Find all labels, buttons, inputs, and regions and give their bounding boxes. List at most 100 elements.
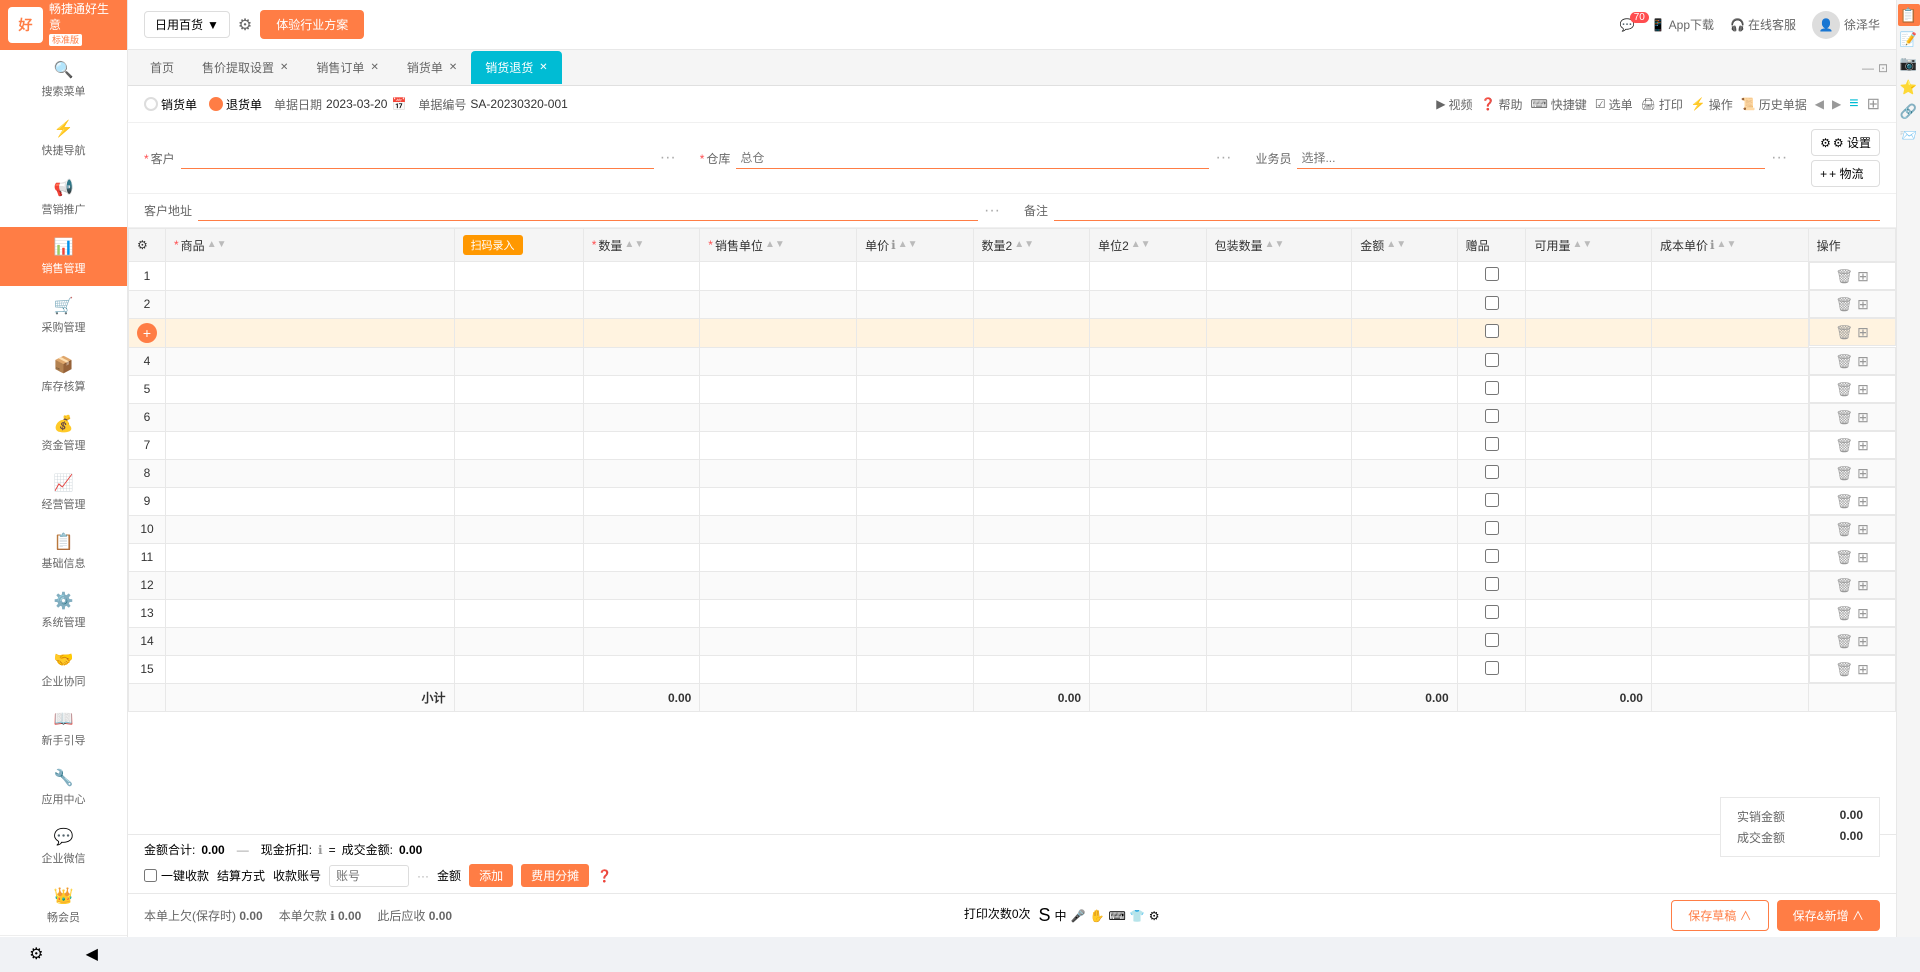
video-btn[interactable]: ▶ 视频 — [1436, 96, 1472, 113]
cp-10[interactable]: ⊞ — [1857, 520, 1869, 538]
right-panel-icon-2[interactable]: 📝 — [1898, 28, 1920, 50]
experience-btn[interactable]: 体验行业方案 — [260, 10, 364, 39]
add-row-btn[interactable]: + — [137, 323, 157, 343]
right-panel-icon-5[interactable]: 🔗 — [1898, 100, 1920, 122]
save-new-btn[interactable]: 保存&新增 ∧ — [1777, 900, 1880, 931]
cp-7[interactable]: ⊞ — [1857, 436, 1869, 454]
sidebar-item-inventory[interactable]: 📦 库存核算 — [0, 345, 127, 404]
cp-14[interactable]: ⊞ — [1857, 632, 1869, 650]
delete-row-1[interactable]: 🗑 — [1835, 267, 1853, 285]
product-cell-1[interactable] — [166, 262, 455, 291]
staff-select-btn[interactable]: ··· — [1771, 149, 1787, 167]
right-panel-icon-1[interactable]: 📋 — [1898, 4, 1920, 26]
app-download-wrap[interactable]: 📱 App下载 — [1651, 16, 1714, 33]
fee-split-btn[interactable]: 费用分摊 — [521, 864, 589, 887]
gift-cb-11[interactable] — [1485, 549, 1499, 563]
sidebar-item-wechat[interactable]: 💬 企业微信 — [0, 817, 127, 876]
industry-dropdown[interactable]: 日用百货 ▼ — [144, 11, 230, 38]
address-select-btn[interactable]: ··· — [984, 202, 1000, 220]
help-btn[interactable]: ❓ 帮助 — [1481, 96, 1523, 113]
customer-select-btn[interactable]: ··· — [660, 149, 676, 167]
warehouse-select-btn[interactable]: ··· — [1215, 149, 1231, 167]
gift-cb-7[interactable] — [1485, 437, 1499, 451]
cp-8[interactable]: ⊞ — [1857, 464, 1869, 482]
copy-row-2[interactable]: ⊞ — [1857, 295, 1869, 313]
radio-sale[interactable]: 销货单 — [144, 96, 197, 113]
radio-return[interactable]: 退货单 — [209, 96, 262, 113]
tab-sales-return[interactable]: 销货退货 ✕ — [471, 51, 561, 84]
select-btn[interactable]: ☑ 选单 — [1595, 96, 1633, 113]
add-row-cell[interactable]: + — [129, 318, 166, 347]
account-input[interactable] — [329, 865, 409, 887]
nav-next-icon[interactable]: ▶ — [1832, 97, 1841, 111]
settings-bottom-icon[interactable]: ⚙ — [29, 944, 43, 964]
del-14[interactable]: 🗑 — [1835, 632, 1853, 650]
del-11[interactable]: 🗑 — [1835, 548, 1853, 566]
message-wrap[interactable]: 💬 70 — [1620, 18, 1635, 32]
th-scan[interactable]: 扫码录入 — [454, 229, 583, 262]
cp-4[interactable]: ⊞ — [1857, 352, 1869, 370]
del-13[interactable]: 🗑 — [1835, 604, 1853, 622]
scan-btn[interactable]: 扫码录入 — [463, 235, 523, 255]
right-panel-icon-4[interactable]: ⭐ — [1898, 76, 1920, 98]
tab-close-order[interactable]: ✕ — [370, 62, 378, 73]
cp-15[interactable]: ⊞ — [1857, 660, 1869, 678]
del-8[interactable]: 🗑 — [1835, 464, 1853, 482]
gift-checkbox-1[interactable] — [1485, 267, 1499, 281]
cp-13[interactable]: ⊞ — [1857, 604, 1869, 622]
right-panel-icon-3[interactable]: 📷 — [1898, 52, 1920, 74]
sidebar-item-operations[interactable]: 📈 经营管理 — [0, 463, 127, 522]
cp-11[interactable]: ⊞ — [1857, 548, 1869, 566]
gift-checkbox-3[interactable] — [1485, 324, 1499, 338]
sidebar-item-sales[interactable]: 📊 销售管理 — [0, 227, 127, 286]
sidebar-item-basics[interactable]: 📋 基础信息 — [0, 522, 127, 581]
calendar-icon[interactable]: 📅 — [391, 97, 406, 111]
product-input-3[interactable] — [174, 326, 446, 340]
tab-price-settings[interactable]: 售价提取设置 ✕ — [188, 51, 302, 84]
logistics-side-btn[interactable]: + + 物流 — [1811, 160, 1880, 187]
shortcut-btn[interactable]: ⌨ 快捷键 — [1530, 96, 1586, 113]
sidebar-item-quicknav[interactable]: ⚡ 快捷导航 — [0, 109, 127, 168]
settings-side-btn[interactable]: ⚙ ⚙ 设置 — [1811, 129, 1880, 156]
account-select-btn[interactable]: ··· — [417, 869, 429, 883]
gift-cb-14[interactable] — [1485, 633, 1499, 647]
tab-expand-icon[interactable]: ⊡ — [1878, 61, 1888, 75]
gift-cb-6[interactable] — [1485, 409, 1499, 423]
remark-input[interactable] — [1054, 200, 1880, 221]
gift-cb-12[interactable] — [1485, 577, 1499, 591]
gift-cb-10[interactable] — [1485, 521, 1499, 535]
copy-row-1[interactable]: ⊞ — [1857, 267, 1869, 285]
gift-cb-5[interactable] — [1485, 381, 1499, 395]
sidebar-item-search[interactable]: 🔍 搜索菜单 — [0, 50, 127, 109]
sidebar-item-member[interactable]: 👑 畅会员 — [0, 876, 127, 935]
right-panel-icon-6[interactable]: 📨 — [1898, 124, 1920, 146]
delete-row-2[interactable]: 🗑 — [1835, 295, 1853, 313]
print-btn[interactable]: 🖨 打印 — [1641, 96, 1683, 113]
staff-input[interactable] — [1297, 148, 1765, 169]
gift-cb-4[interactable] — [1485, 353, 1499, 367]
tab-close-invoice[interactable]: ✕ — [449, 62, 457, 73]
sidebar-item-guide[interactable]: 📖 新手引导 — [0, 699, 127, 758]
save-draft-btn[interactable]: 保存草稿 ∧ — [1671, 900, 1768, 931]
tab-sales-invoice[interactable]: 销货单 ✕ — [393, 51, 471, 84]
sidebar-item-purchase[interactable]: 🛒 采购管理 — [0, 286, 127, 345]
user-menu[interactable]: 👤 徐泽华 — [1812, 11, 1880, 39]
view-list-icon[interactable]: ≡ — [1849, 95, 1858, 113]
cp-6[interactable]: ⊞ — [1857, 408, 1869, 426]
del-7[interactable]: 🗑 — [1835, 436, 1853, 454]
collapse-icon[interactable]: ◀ — [86, 944, 98, 964]
nav-prev-icon[interactable]: ◀ — [1815, 97, 1824, 111]
tab-minimize-icon[interactable]: — — [1862, 61, 1874, 75]
warehouse-input[interactable] — [736, 148, 1209, 169]
del-5[interactable]: 🗑 — [1835, 380, 1853, 398]
topbar-settings-icon[interactable]: ⚙ — [238, 15, 252, 35]
copy-row-3[interactable]: ⊞ — [1857, 323, 1869, 341]
gift-checkbox-2[interactable] — [1485, 296, 1499, 310]
th-settings[interactable]: ⚙ — [129, 229, 166, 262]
cp-9[interactable]: ⊞ — [1857, 492, 1869, 510]
online-service-wrap[interactable]: 🎧 在线客服 — [1730, 16, 1796, 33]
address-input[interactable] — [198, 200, 978, 221]
del-15[interactable]: 🗑 — [1835, 660, 1853, 678]
gift-cb-8[interactable] — [1485, 465, 1499, 479]
view-grid-icon[interactable]: ⊞ — [1867, 94, 1880, 114]
